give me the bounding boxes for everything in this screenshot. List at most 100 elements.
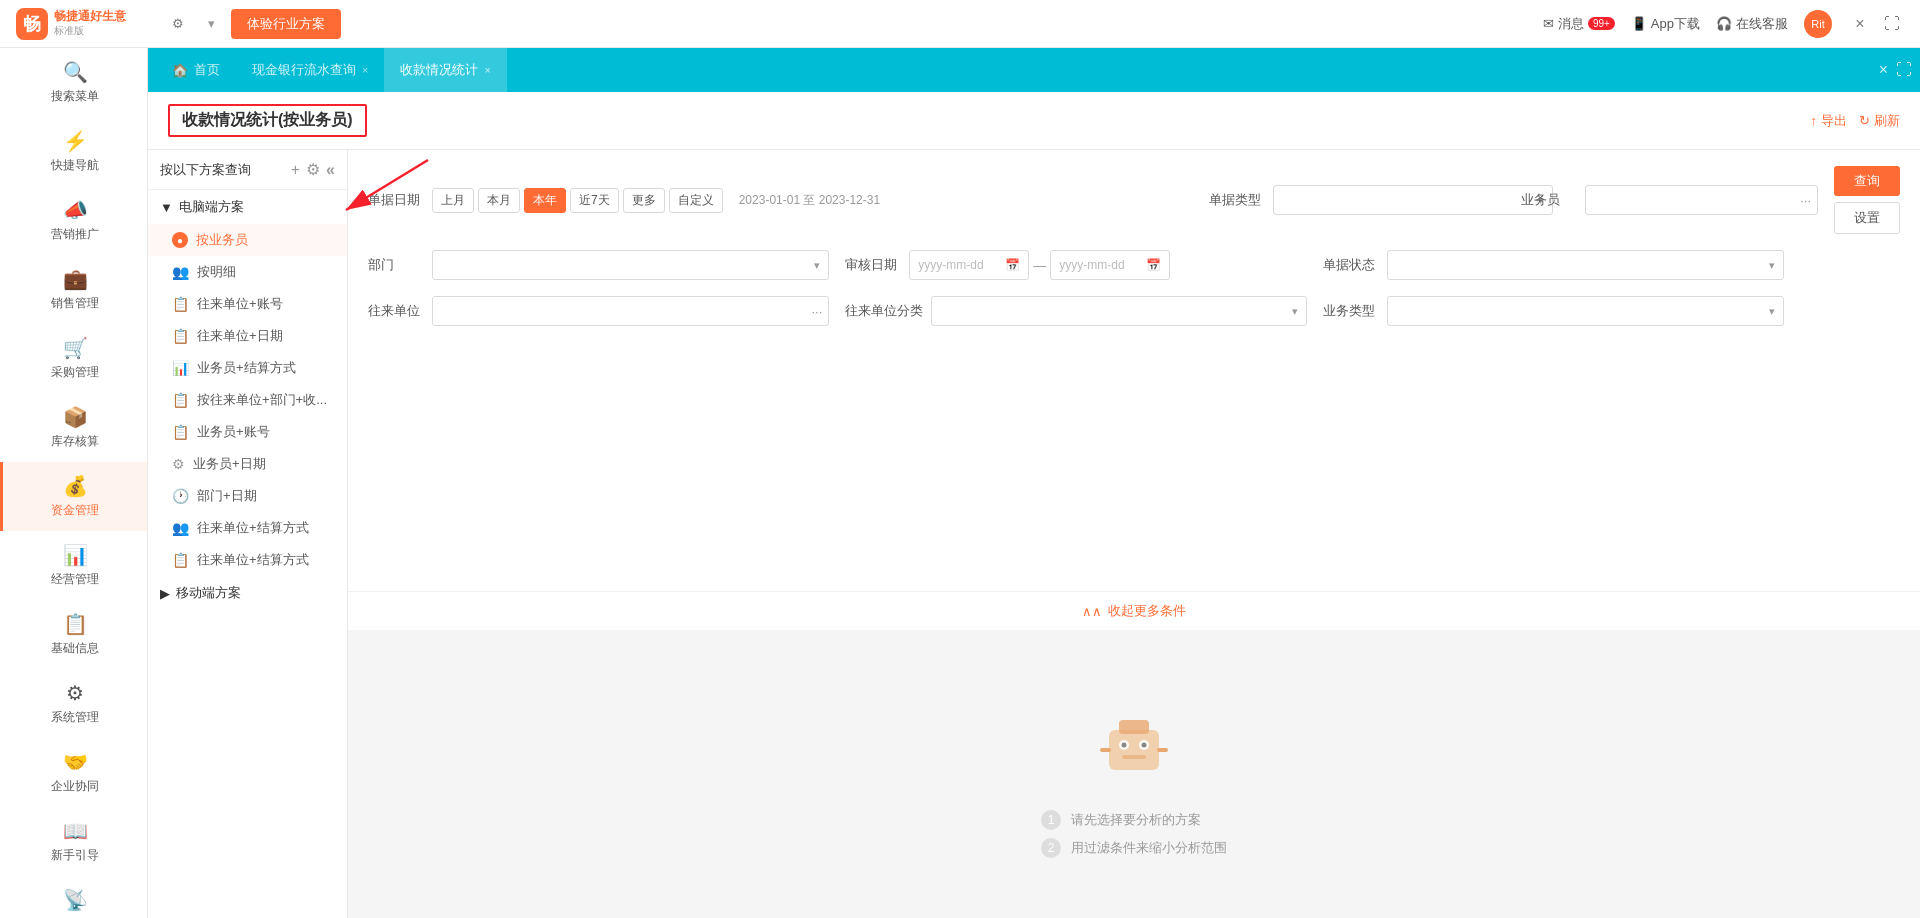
calendar-end-icon[interactable]: 📅 [1146, 258, 1161, 272]
filter-area: 单据日期 上月 本月 本年 近7天 更多 自定义 2023-01-01 至 20… [348, 150, 1920, 918]
scheme-item-unit-date[interactable]: 📋 往来单位+日期 [148, 320, 347, 352]
scheme-item-unit-account-label: 往来单位+账号 [197, 295, 283, 313]
tab-dropdown-icon[interactable]: ▾ [200, 16, 223, 31]
date-btn-this-year[interactable]: 本年 [524, 188, 566, 213]
scheme-item-unit-account[interactable]: 📋 往来单位+账号 [148, 288, 347, 320]
scheme-group-mobile-header[interactable]: ▶ 移动端方案 [148, 576, 347, 610]
scheme-add-button[interactable]: + [291, 161, 300, 179]
review-date-start-input[interactable]: yyyy-mm-dd 📅 [909, 250, 1029, 280]
scheme-item-salesman[interactable]: ● 按业务员 [148, 224, 347, 256]
scheme-header-label: 按以下方案查询 [160, 161, 251, 179]
scheme-item-salesman-account-icon: 📋 [172, 424, 189, 440]
tab-bank-flow-close[interactable]: × [362, 64, 368, 76]
scheme-settings-button[interactable]: ⚙ [306, 160, 320, 179]
scheme-group-mobile: ▶ 移动端方案 [148, 576, 347, 610]
maximize-window-button[interactable]: ⛶ [1880, 12, 1904, 36]
date-btn-this-month[interactable]: 本月 [478, 188, 520, 213]
inventory-icon: 📦 [63, 405, 88, 429]
dept-select[interactable]: ▾ [432, 250, 829, 280]
operation-icon: 📊 [63, 543, 88, 567]
sidebar-item-system[interactable]: ⚙ 系统管理 [0, 669, 147, 738]
trial-button[interactable]: 体验行业方案 [231, 9, 341, 39]
sidebar-item-quicknav[interactable]: ⚡ 快捷导航 [0, 117, 147, 186]
export-button[interactable]: ↑ 导出 [1811, 112, 1848, 130]
scheme-item-dept-date-label: 部门+日期 [197, 487, 257, 505]
scheme-item-salesman-date[interactable]: ⚙ 业务员+日期 [148, 448, 347, 480]
counterpart-category-label: 往来单位分类 [845, 302, 923, 320]
messages-label: 消息 [1558, 15, 1584, 33]
logo-icon: 畅 [16, 8, 48, 40]
date-options-group: 上月 本月 本年 近7天 更多 自定义 [432, 188, 723, 213]
sidebar-label-guide: 新手引导 [51, 847, 99, 864]
salesman-input[interactable] [1586, 186, 1794, 214]
scheme-item-unit-settle2[interactable]: 📋 往来单位+结算方式 [148, 544, 347, 576]
scheme-item-salesman-account[interactable]: 📋 业务员+账号 [148, 416, 347, 448]
sidebar-item-guide[interactable]: 📖 新手引导 [0, 807, 147, 876]
date-btn-last-month[interactable]: 上月 [432, 188, 474, 213]
tab-collection-stats-close[interactable]: × [484, 64, 490, 76]
dept-dropdown-icon: ▾ [814, 259, 820, 272]
date-btn-7days[interactable]: 近7天 [570, 188, 619, 213]
business-type-select[interactable]: ▾ [1387, 296, 1784, 326]
sidebar-label-quicknav: 快捷导航 [51, 157, 99, 174]
sidebar-item-basic[interactable]: 📋 基础信息 [0, 600, 147, 669]
scheme-item-salesman-settle-label: 业务员+结算方式 [197, 359, 296, 377]
scheme-item-salesman-settle-icon: 📊 [172, 360, 189, 376]
voucher-status-select[interactable]: ▾ [1387, 250, 1784, 280]
scheme-item-unit-settle1[interactable]: 👥 往来单位+结算方式 [148, 512, 347, 544]
refresh-button[interactable]: ↻ 刷新 [1859, 112, 1900, 130]
tab-home[interactable]: 🏠 首页 [156, 48, 236, 92]
date-btn-custom[interactable]: 自定义 [669, 188, 723, 213]
app-download-item[interactable]: 📱 App下载 [1631, 15, 1700, 33]
scheme-group-desktop-header[interactable]: ▼ 电脑端方案 [148, 190, 347, 224]
user-avatar-item[interactable]: Rit [1804, 10, 1832, 38]
refresh-icon: ↻ [1859, 113, 1870, 128]
scheme-collapse-button[interactable]: « [326, 161, 335, 179]
scheme-item-detail[interactable]: 👥 按明细 [148, 256, 347, 288]
page-actions: ↑ 导出 ↻ 刷新 [1811, 112, 1901, 130]
sidebar-item-sales[interactable]: 💼 销售管理 [0, 255, 147, 324]
tab-close-all-button[interactable]: × [1879, 61, 1888, 79]
export-label: 导出 [1821, 112, 1847, 130]
set-button[interactable]: 设置 [1834, 202, 1900, 234]
counterpart-input[interactable] [433, 297, 805, 325]
date-btn-more[interactable]: 更多 [623, 188, 665, 213]
voucher-type-select[interactable]: ▾ [1273, 185, 1553, 215]
scheme-group-desktop: ▼ 电脑端方案 ● 按业务员 👥 按明细 📋 往来单位+账号 [148, 190, 347, 576]
scheme-item-salesman-label: 按业务员 [196, 231, 248, 249]
counterpart-dots-button[interactable]: ··· [805, 304, 828, 319]
calendar-start-icon[interactable]: 📅 [1005, 258, 1020, 272]
sidebar-item-inventory[interactable]: 📦 库存核算 [0, 393, 147, 462]
scheme-item-unit-dept[interactable]: 📋 按往来单位+部门+收... [148, 384, 347, 416]
sidebar-item-operation[interactable]: 📊 经营管理 [0, 531, 147, 600]
sidebar-item-collab[interactable]: 🤝 企业协同 [0, 738, 147, 807]
filter-item-dept: 部门 ▾ [368, 250, 829, 280]
review-date-end-input[interactable]: yyyy-mm-dd 📅 [1050, 250, 1170, 280]
empty-step-1: 1 请先选择要分析的方案 [1041, 810, 1227, 830]
group-mobile-label: 移动端方案 [176, 584, 241, 602]
scheme-item-salesman-icon: ● [172, 232, 188, 248]
sidebar-item-hardware[interactable]: 📡 智能硬件 [0, 876, 147, 918]
query-button[interactable]: 查询 [1834, 166, 1900, 196]
tab-bank-flow[interactable]: 现金银行流水查询 × [236, 48, 384, 92]
tab-collection-stats[interactable]: 收款情况统计 × [384, 48, 506, 92]
step-2-number: 2 [1041, 838, 1061, 858]
sidebar-item-search[interactable]: 🔍 搜索菜单 [0, 48, 147, 117]
scheme-item-salesman-settle[interactable]: 📊 业务员+结算方式 [148, 352, 347, 384]
review-date-label: 审核日期 [845, 256, 901, 274]
tab-fullscreen-button[interactable]: ⛶ [1896, 61, 1912, 79]
app-download-label: App下载 [1651, 15, 1700, 33]
top-settings-icon[interactable]: ⚙ [164, 10, 192, 38]
counterpart-category-select[interactable]: ▾ [931, 296, 1306, 326]
messages-item[interactable]: ✉ 消息 99+ [1543, 15, 1615, 33]
sidebar-item-purchase[interactable]: 🛒 采购管理 [0, 324, 147, 393]
scheme-item-salesman-date-icon: ⚙ [172, 456, 185, 472]
salesman-dots-button[interactable]: ··· [1794, 193, 1817, 208]
sidebar-item-finance[interactable]: 💰 资金管理 [0, 462, 147, 531]
close-window-button[interactable]: × [1848, 12, 1872, 36]
sidebar-item-marketing[interactable]: 📣 营销推广 [0, 186, 147, 255]
collapse-more-button[interactable]: ∧∧ 收起更多条件 [348, 591, 1920, 630]
scheme-item-dept-date[interactable]: 🕐 部门+日期 [148, 480, 347, 512]
scheme-header-actions: + ⚙ « [291, 160, 335, 179]
online-service-item[interactable]: 🎧 在线客服 [1716, 15, 1788, 33]
